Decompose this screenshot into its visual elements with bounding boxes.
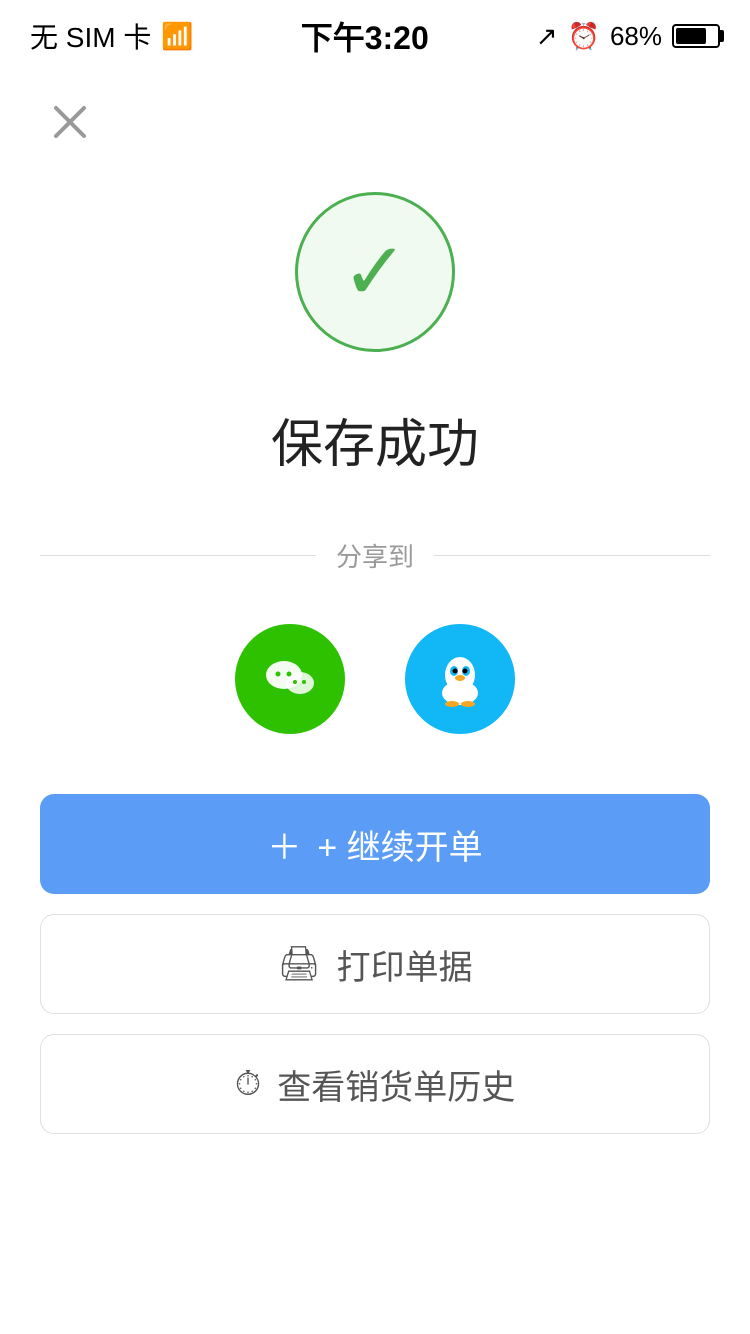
actions-container: ＋ + 继续开单 🖨 打印单据 ⏱ 查看销货单历史 — [40, 794, 710, 1134]
print-button[interactable]: 🖨 打印单据 — [40, 914, 710, 1014]
qq-share-button[interactable] — [405, 624, 515, 734]
battery-bar — [672, 24, 720, 48]
continue-order-button[interactable]: ＋ + 继续开单 — [40, 794, 710, 894]
print-label: 打印单据 — [337, 940, 473, 989]
status-bar: 无 SIM 卡 📶 下午3:20 ↗ ⏰ 68% — [0, 0, 750, 72]
alarm-icon: ⏰ — [568, 21, 600, 52]
history-label: 查看销货单历史 — [277, 1060, 515, 1109]
divider-line-left — [40, 555, 316, 556]
status-right: ↗ ⏰ 68% — [536, 21, 720, 52]
printer-icon: 🖨 — [277, 944, 320, 984]
status-left: 无 SIM 卡 📶 — [30, 16, 194, 56]
share-divider: 分享到 — [40, 537, 710, 574]
success-title: 保存成功 — [271, 402, 479, 477]
wechat-share-button[interactable] — [235, 624, 345, 734]
sim-text: 无 SIM 卡 — [30, 16, 151, 56]
status-time: 下午3:20 — [301, 13, 429, 59]
history-button[interactable]: ⏱ 查看销货单历史 — [40, 1034, 710, 1134]
share-icons-container — [235, 624, 515, 734]
main-content: ✓ 保存成功 分享到 — [0, 72, 750, 1334]
qq-icon — [428, 647, 493, 712]
arrow-icon: ↗ — [536, 21, 558, 52]
checkmark-icon: ✓ — [341, 232, 408, 312]
wechat-icon — [258, 647, 323, 712]
close-icon — [50, 102, 90, 142]
battery-text: 68% — [610, 21, 662, 52]
share-label: 分享到 — [336, 537, 414, 574]
clock-icon: ⏱ — [235, 1065, 262, 1104]
wifi-icon: 📶 — [161, 21, 193, 52]
share-section: 分享到 — [40, 537, 710, 734]
divider-line-right — [434, 555, 710, 556]
plus-icon: ＋ — [267, 820, 301, 869]
continue-order-label: + 继续开单 — [317, 820, 482, 869]
success-indicator: ✓ — [295, 192, 455, 352]
close-button[interactable] — [40, 92, 100, 152]
